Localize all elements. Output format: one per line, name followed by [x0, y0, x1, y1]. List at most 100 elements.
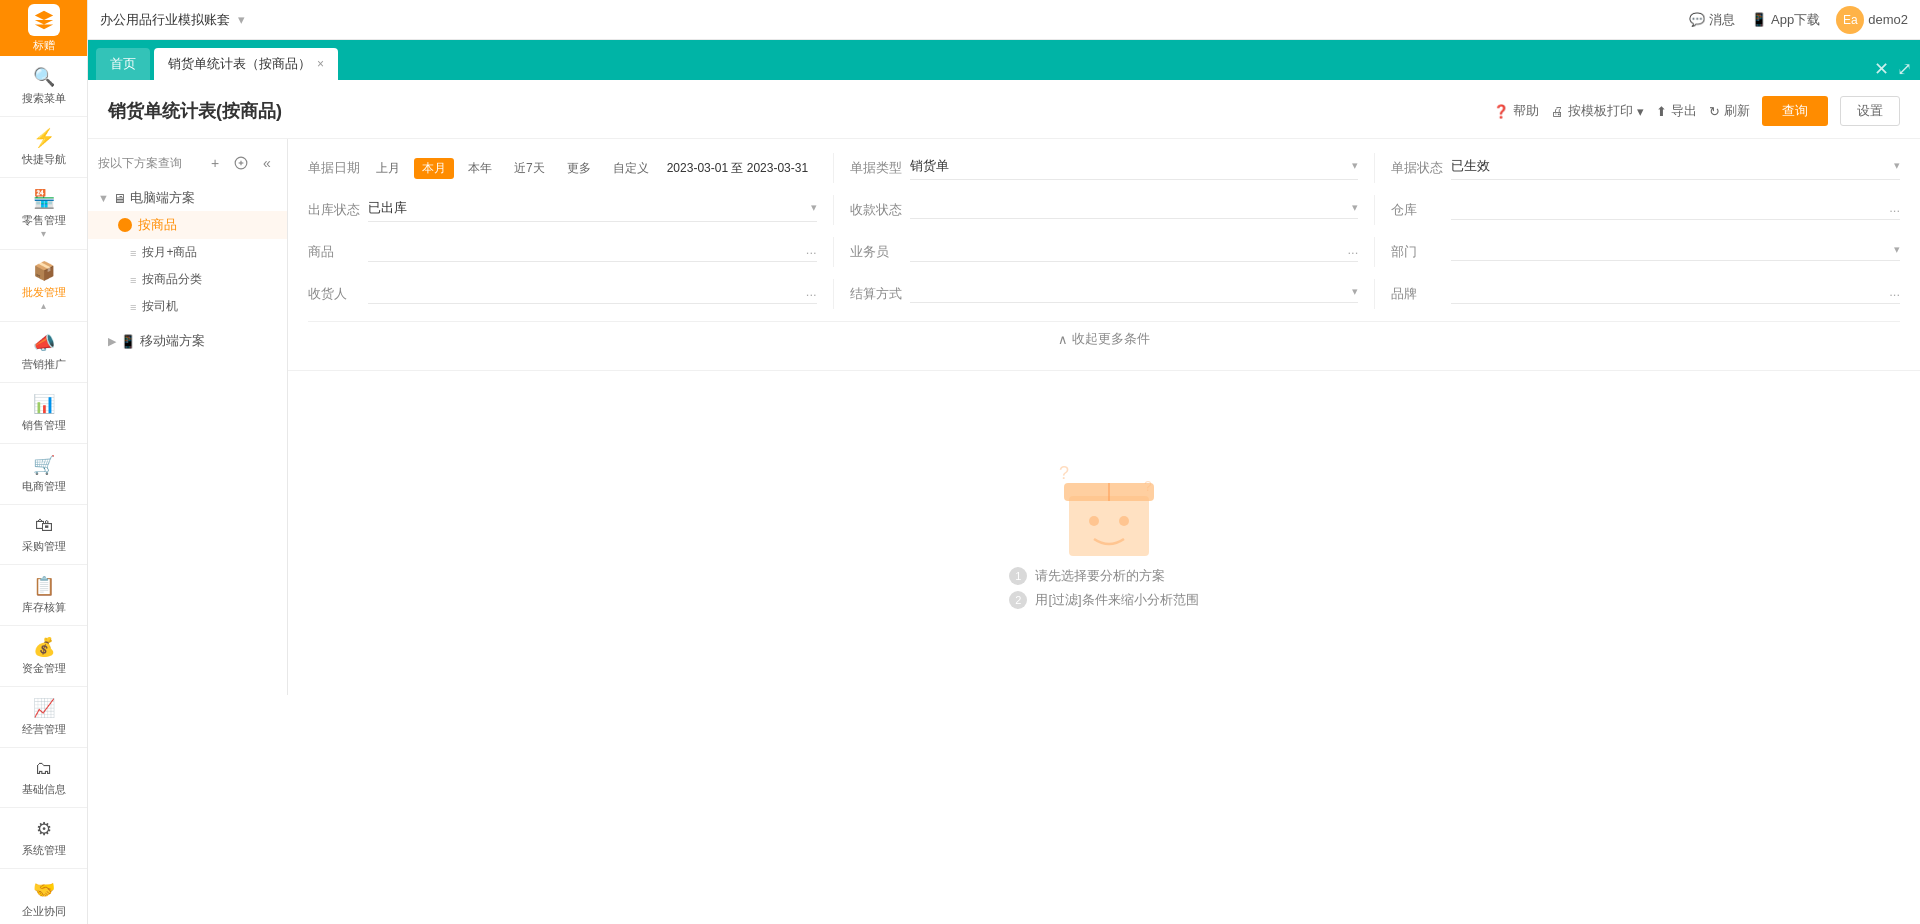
export-button[interactable]: ⬆ 导出 [1656, 102, 1697, 120]
staff-value[interactable]: ... [910, 242, 1359, 262]
sidebar-item-marketing[interactable]: 📣 营销推广 [0, 322, 87, 383]
sidebar-item-label: 企业协同 [22, 904, 66, 919]
settings-button[interactable]: 设置 [1840, 96, 1900, 126]
sidebar-item-enterprise-collab[interactable]: 🤝 企业协同 [0, 869, 87, 924]
top-header-right: 💬 消息 📱 App下载 Ea demo2 [1689, 6, 1908, 34]
sidebar-item-inventory[interactable]: 📋 库存核算 [0, 565, 87, 626]
date-tab-custom[interactable]: 自定义 [605, 158, 657, 179]
app-subtitle: 标赠 [33, 38, 55, 53]
status-value[interactable]: 已生效 ▾ [1451, 157, 1900, 180]
print-button[interactable]: 🖨 按模板打印 ▾ [1551, 102, 1644, 120]
sales-icon: 📊 [33, 393, 55, 415]
step-number-2: 2 [1009, 591, 1027, 609]
sidebar-item-label: 系统管理 [22, 843, 66, 858]
query-button[interactable]: 查询 [1762, 96, 1828, 126]
out-status-value[interactable]: 已出库 ▾ [368, 199, 817, 222]
warehouse-value[interactable]: ... [1451, 200, 1900, 220]
filter-payment: 结算方式 ▾ [850, 285, 1359, 303]
edit-scheme-icon[interactable] [231, 153, 251, 173]
type-value[interactable]: 销货单 ▾ [910, 157, 1359, 180]
filter-warehouse: 仓库 ... [1391, 200, 1900, 220]
date-tab-thismonth[interactable]: 本月 [414, 158, 454, 179]
sidebar-item-label: 基础信息 [22, 782, 66, 797]
add-scheme-icon[interactable]: + [205, 153, 225, 173]
sidebar-item-quick-nav[interactable]: ⚡ 快捷导航 [0, 117, 87, 178]
tab-home[interactable]: 首页 [96, 48, 150, 80]
payment-value[interactable]: ▾ [910, 285, 1359, 303]
pc-section: ▼ 🖥 电脑端方案 按商品 ≡ 按月+商品 [88, 181, 287, 324]
tab-close-icon[interactable]: × [317, 57, 324, 71]
sidebar-item-search[interactable]: 🔍 搜索菜单 [0, 56, 87, 117]
type-value-text: 销货单 [910, 157, 949, 175]
type-chevron-icon: ▾ [1352, 159, 1358, 172]
tree-item-by-goods[interactable]: 按商品 [88, 211, 287, 239]
type-label: 单据类型 [850, 159, 902, 177]
retail-icon: 🏪 [33, 188, 55, 210]
sidebar-item-ecommerce[interactable]: 🛒 电商管理 [0, 444, 87, 505]
page-title: 销货单统计表(按商品) [108, 99, 282, 123]
empty-illustration: ? ? [1044, 451, 1174, 561]
export-label: 导出 [1671, 102, 1697, 120]
app-download-button[interactable]: 📱 App下载 [1751, 11, 1820, 29]
sidebar-item-retail[interactable]: 🏪 零售管理 ▾ [0, 178, 87, 250]
avatar-initials: Ea [1843, 13, 1858, 27]
refresh-button[interactable]: ↻ 刷新 [1709, 102, 1750, 120]
sidebar-item-operations[interactable]: 📈 经营管理 [0, 687, 87, 748]
sidebar-item-basics[interactable]: 🗂 基础信息 [0, 748, 87, 808]
date-tab-lastmonth[interactable]: 上月 [368, 158, 408, 179]
divider6 [1374, 237, 1375, 267]
collapse-panel-icon[interactable]: « [257, 153, 277, 173]
app-download-icon: 📱 [1751, 12, 1767, 27]
basics-icon: 🗂 [35, 758, 53, 779]
dropdown-arrow[interactable]: ▾ [238, 12, 245, 27]
tree-item-by-driver[interactable]: ≡ 按司机 [88, 293, 287, 320]
hint-2-text: 用[过滤]条件来缩小分析范围 [1035, 591, 1198, 609]
collect-status-chevron-icon: ▾ [1352, 201, 1358, 214]
brand-dots-icon[interactable]: ... [1889, 284, 1900, 299]
receiver-value[interactable]: ... [368, 284, 817, 304]
goods-value[interactable]: ... [368, 242, 817, 262]
filter-collect-status: 收款状态 ▾ [850, 201, 1359, 219]
user-menu[interactable]: Ea demo2 [1836, 6, 1908, 34]
tree-item-by-goods-category[interactable]: ≡ 按商品分类 [88, 266, 287, 293]
collect-status-value[interactable]: ▾ [910, 201, 1359, 219]
date-tab-7days[interactable]: 近7天 [506, 158, 553, 179]
filter-goods: 商品 ... [308, 242, 817, 262]
help-button[interactable]: ❓ 帮助 [1493, 102, 1539, 120]
sidebar-item-wholesale[interactable]: 📦 批发管理 ▴ [0, 250, 87, 322]
date-tab-more[interactable]: 更多 [559, 158, 599, 179]
tab-active[interactable]: 销货单统计表（按商品） × [154, 48, 338, 80]
receiver-dots-icon[interactable]: ... [806, 284, 817, 299]
mobile-section-header[interactable]: ▶ 📱 移动端方案 [88, 328, 287, 354]
driver-icon: ≡ [130, 301, 136, 313]
sidebar-item-system[interactable]: ⚙ 系统管理 [0, 808, 87, 869]
empty-state-text: 1 请先选择要分析的方案 2 用[过滤]条件来缩小分析范围 [1009, 567, 1198, 615]
sidebar-item-finance[interactable]: 💰 资金管理 [0, 626, 87, 687]
sidebar-item-sales[interactable]: 📊 销售管理 [0, 383, 87, 444]
step-number-1: 1 [1009, 567, 1027, 585]
brand-value[interactable]: ... [1451, 284, 1900, 304]
help-icon: ❓ [1493, 104, 1509, 119]
staff-dots-icon[interactable]: ... [1348, 242, 1359, 257]
tree-item-by-month-goods[interactable]: ≡ 按月+商品 [88, 239, 287, 266]
tab-bar: 首页 销货单统计表（按商品） × ✕ ⤢ [88, 40, 1920, 80]
window-expand-icon[interactable]: ⤢ [1897, 58, 1912, 80]
left-panel-title: 按以下方案查询 [98, 155, 182, 172]
empty-state-item-2: 2 用[过滤]条件来缩小分析范围 [1009, 591, 1198, 609]
out-status-chevron-icon: ▾ [811, 201, 817, 214]
app-logo: 标赠 [0, 0, 88, 56]
dept-value[interactable]: ▾ [1451, 243, 1900, 261]
warehouse-dots-icon[interactable]: ... [1889, 200, 1900, 215]
date-tab-thisyear[interactable]: 本年 [460, 158, 500, 179]
goods-dots-icon[interactable]: ... [806, 242, 817, 257]
filter-dept: 部门 ▾ [1391, 243, 1900, 261]
collapse-more-conditions[interactable]: ∧ 收起更多条件 [308, 321, 1900, 356]
collect-status-label: 收款状态 [850, 201, 902, 219]
pc-section-header[interactable]: ▼ 🖥 电脑端方案 [88, 185, 287, 211]
message-button[interactable]: 💬 消息 [1689, 11, 1735, 29]
window-close-icon[interactable]: ✕ [1874, 58, 1889, 80]
print-icon: 🖨 [1551, 104, 1564, 119]
svg-point-6 [1089, 516, 1099, 526]
right-panel: 单据日期 上月 本月 本年 近7天 更多 自定义 2023-03-01 至 20… [288, 139, 1920, 695]
sidebar-item-purchase[interactable]: 🛍 采购管理 [0, 505, 87, 565]
